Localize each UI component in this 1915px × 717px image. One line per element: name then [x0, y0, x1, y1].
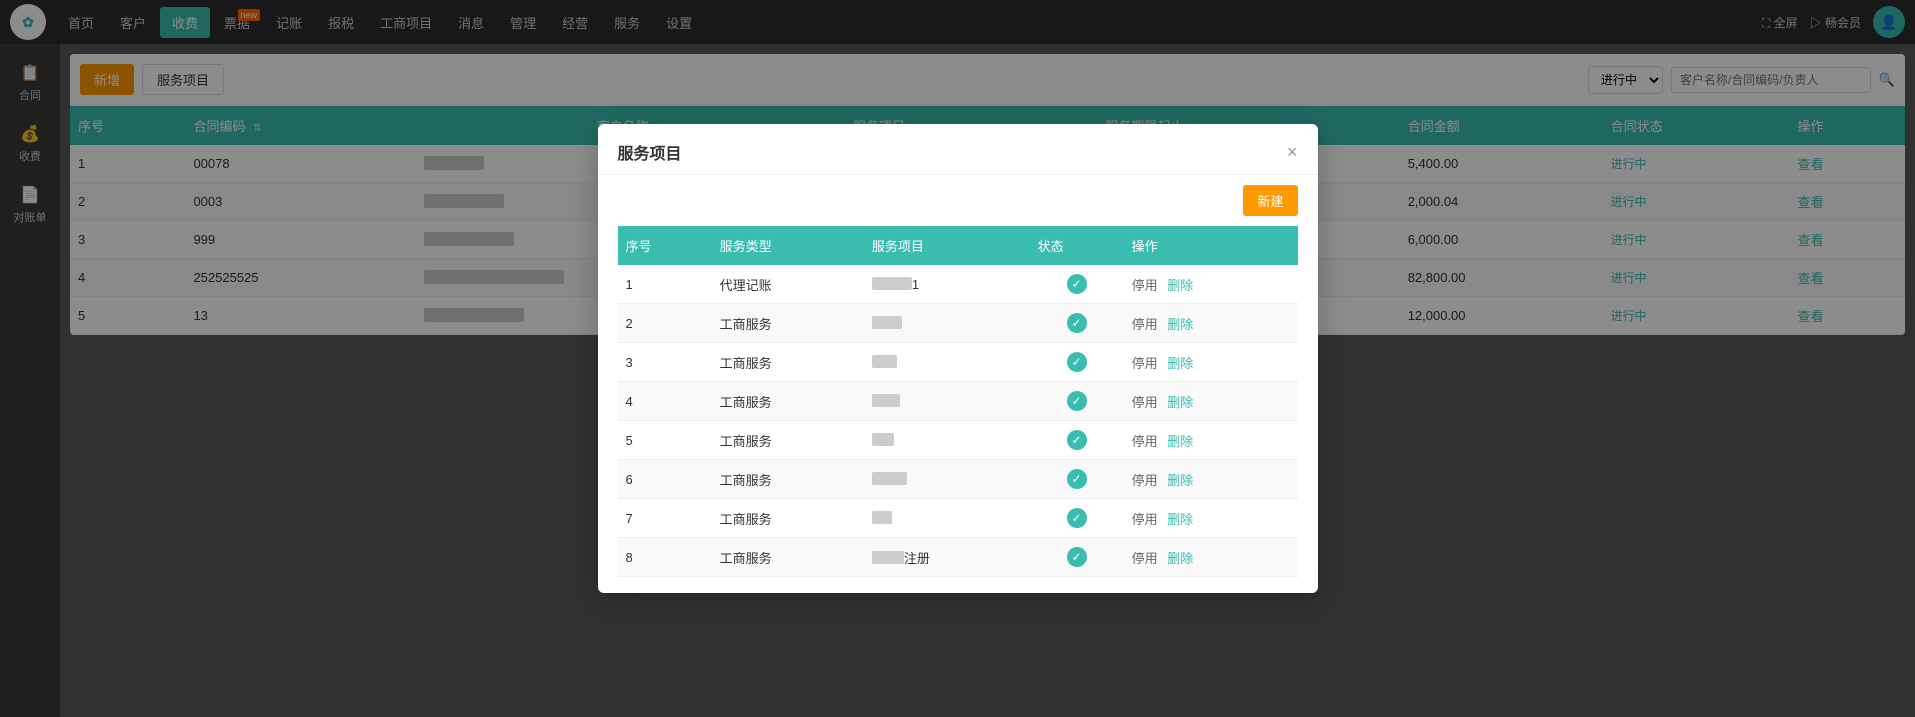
modal-col-status: 状态 [1030, 226, 1124, 265]
service-cell-seq: 8 [618, 538, 712, 577]
status-check-icon: ✓ [1067, 508, 1087, 528]
service-cell-item [864, 343, 1030, 382]
main-layout: 📋 合同 💰 收费 📄 对账单 新增 服务项目 进行中 已完成 全部 [0, 44, 1915, 717]
service-cell-seq: 6 [618, 460, 712, 499]
service-cell-action: 停用 删除 [1124, 343, 1298, 382]
modal-header: 服务项目 × [598, 124, 1318, 175]
service-cell-seq: 5 [618, 421, 712, 460]
service-cell-type: 工商服务 [712, 382, 864, 421]
service-cell-action: 停用 删除 [1124, 304, 1298, 343]
service-cell-item [864, 304, 1030, 343]
modal-new-button[interactable]: 新建 [1243, 185, 1297, 216]
service-table-row: 6 工商服务 ✓ 停用 删除 [618, 460, 1298, 499]
service-table-row: 2 工商服务 ✓ 停用 删除 [618, 304, 1298, 343]
service-cell-action: 停用 删除 [1124, 499, 1298, 538]
service-cell-status: ✓ [1030, 343, 1124, 382]
service-cell-type: 工商服务 [712, 421, 864, 460]
service-cell-type: 工商服务 [712, 304, 864, 343]
service-table-row: 7 工商服务 ✓ 停用 删除 [618, 499, 1298, 538]
modal-title: 服务项目 [618, 140, 682, 164]
delete-button[interactable]: 删除 [1167, 395, 1193, 410]
modal-col-seq: 序号 [618, 226, 712, 265]
stop-button[interactable]: 停用 [1132, 395, 1158, 410]
service-table-row: 3 工商服务 ✓ 停用 删除 [618, 343, 1298, 382]
service-cell-item: 1 [864, 265, 1030, 304]
service-modal: 服务项目 × 新建 序号 服务类型 服务项目 状态 [598, 124, 1318, 593]
delete-button[interactable]: 删除 [1167, 278, 1193, 293]
service-table-row: 5 工商服务 ✓ 停用 删除 [618, 421, 1298, 460]
service-cell-item [864, 460, 1030, 499]
delete-button[interactable]: 删除 [1167, 356, 1193, 371]
stop-button[interactable]: 停用 [1132, 551, 1158, 566]
service-cell-status: ✓ [1030, 265, 1124, 304]
status-check-icon: ✓ [1067, 430, 1087, 450]
status-check-icon: ✓ [1067, 274, 1087, 294]
modal-col-type: 服务类型 [712, 226, 864, 265]
modal-col-item: 服务项目 [864, 226, 1030, 265]
delete-button[interactable]: 删除 [1167, 512, 1193, 527]
service-cell-item: 注册 [864, 538, 1030, 577]
modal-body: 序号 服务类型 服务项目 状态 操作 1 代理记账 1 ✓ 停用 删除 [598, 226, 1318, 593]
service-cell-status: ✓ [1030, 421, 1124, 460]
service-cell-status: ✓ [1030, 460, 1124, 499]
modal-overlay[interactable]: 服务项目 × 新建 序号 服务类型 服务项目 状态 [60, 44, 1915, 717]
status-check-icon: ✓ [1067, 547, 1087, 567]
service-cell-item [864, 499, 1030, 538]
delete-button[interactable]: 删除 [1167, 317, 1193, 332]
main-content: 新增 服务项目 进行中 已完成 全部 🔍 序号 [60, 44, 1915, 717]
service-cell-action: 停用 删除 [1124, 538, 1298, 577]
status-check-icon: ✓ [1067, 391, 1087, 411]
delete-button[interactable]: 删除 [1167, 551, 1193, 566]
service-cell-seq: 2 [618, 304, 712, 343]
modal-close-button[interactable]: × [1287, 142, 1298, 163]
status-check-icon: ✓ [1067, 469, 1087, 489]
service-cell-seq: 3 [618, 343, 712, 382]
service-cell-seq: 7 [618, 499, 712, 538]
service-cell-item [864, 421, 1030, 460]
status-check-icon: ✓ [1067, 313, 1087, 333]
service-cell-type: 工商服务 [712, 499, 864, 538]
stop-button[interactable]: 停用 [1132, 473, 1158, 488]
stop-button[interactable]: 停用 [1132, 512, 1158, 527]
delete-button[interactable]: 删除 [1167, 473, 1193, 488]
stop-button[interactable]: 停用 [1132, 317, 1158, 332]
service-table-row: 4 工商服务 ✓ 停用 删除 [618, 382, 1298, 421]
service-cell-action: 停用 删除 [1124, 460, 1298, 499]
service-table-row: 1 代理记账 1 ✓ 停用 删除 [618, 265, 1298, 304]
service-cell-action: 停用 删除 [1124, 382, 1298, 421]
service-cell-status: ✓ [1030, 382, 1124, 421]
modal-toolbar: 新建 [598, 175, 1318, 226]
service-cell-action: 停用 删除 [1124, 421, 1298, 460]
status-check-icon: ✓ [1067, 352, 1087, 372]
service-cell-item [864, 382, 1030, 421]
modal-col-action: 操作 [1124, 226, 1298, 265]
service-cell-seq: 1 [618, 265, 712, 304]
service-cell-action: 停用 删除 [1124, 265, 1298, 304]
stop-button[interactable]: 停用 [1132, 278, 1158, 293]
service-cell-status: ✓ [1030, 538, 1124, 577]
service-table-row: 8 工商服务 注册 ✓ 停用 删除 [618, 538, 1298, 577]
service-cell-seq: 4 [618, 382, 712, 421]
service-table: 序号 服务类型 服务项目 状态 操作 1 代理记账 1 ✓ 停用 删除 [618, 226, 1298, 577]
service-cell-type: 代理记账 [712, 265, 864, 304]
service-cell-type: 工商服务 [712, 343, 864, 382]
stop-button[interactable]: 停用 [1132, 356, 1158, 371]
service-cell-type: 工商服务 [712, 538, 864, 577]
delete-button[interactable]: 删除 [1167, 434, 1193, 449]
stop-button[interactable]: 停用 [1132, 434, 1158, 449]
service-cell-type: 工商服务 [712, 460, 864, 499]
service-cell-status: ✓ [1030, 499, 1124, 538]
service-cell-status: ✓ [1030, 304, 1124, 343]
